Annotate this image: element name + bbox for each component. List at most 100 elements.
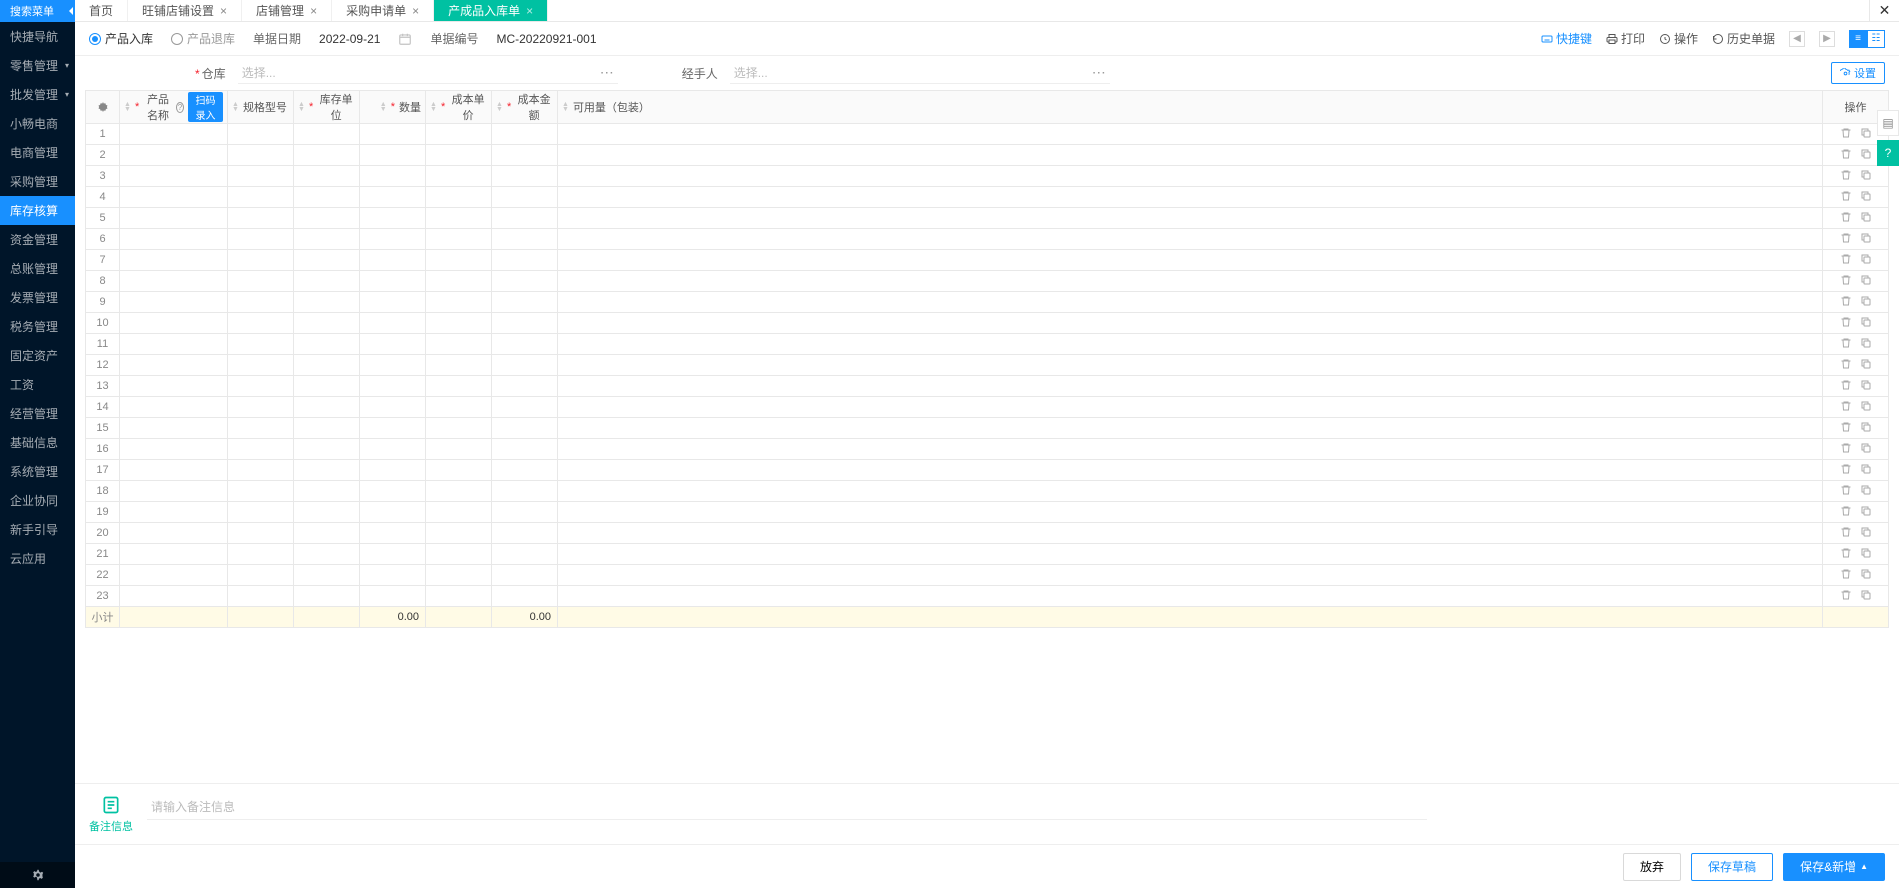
cell[interactable] — [120, 376, 228, 397]
cell[interactable] — [558, 334, 1823, 355]
delete-row-button[interactable] — [1840, 379, 1852, 394]
next-doc-button[interactable]: ▶ — [1819, 31, 1835, 47]
tab-3[interactable]: 采购申请单× — [332, 0, 434, 21]
rail-button-1[interactable]: ▤ — [1877, 110, 1899, 136]
close-icon[interactable]: × — [220, 4, 227, 18]
cell[interactable] — [228, 418, 294, 439]
cell[interactable] — [492, 250, 558, 271]
cell[interactable] — [228, 124, 294, 145]
cell[interactable] — [120, 355, 228, 376]
cell[interactable] — [294, 586, 360, 607]
radio-product-return[interactable]: 产品退库 — [171, 30, 235, 47]
cell[interactable] — [558, 208, 1823, 229]
tab-4[interactable]: 产成品入库单× — [434, 0, 548, 21]
copy-row-button[interactable] — [1860, 211, 1872, 226]
view-list-button[interactable]: ≡ — [1849, 30, 1867, 48]
cell[interactable] — [492, 313, 558, 334]
cell[interactable] — [426, 376, 492, 397]
cell[interactable] — [120, 439, 228, 460]
cell[interactable] — [558, 586, 1823, 607]
cell[interactable] — [558, 523, 1823, 544]
cell[interactable] — [558, 502, 1823, 523]
cell[interactable] — [294, 124, 360, 145]
cell[interactable] — [120, 481, 228, 502]
warehouse-select[interactable]: 选择... ⋯ — [238, 62, 618, 84]
copy-row-button[interactable] — [1860, 589, 1872, 604]
table-row[interactable]: 1 — [86, 124, 1889, 145]
table-row[interactable]: 15 — [86, 418, 1889, 439]
cell[interactable] — [426, 166, 492, 187]
cell[interactable] — [558, 124, 1823, 145]
close-icon[interactable]: × — [412, 4, 419, 18]
cell[interactable] — [228, 313, 294, 334]
cell[interactable] — [558, 376, 1823, 397]
copy-row-button[interactable] — [1860, 232, 1872, 247]
copy-row-button[interactable] — [1860, 253, 1872, 268]
delete-row-button[interactable] — [1840, 358, 1852, 373]
table-row[interactable]: 21 — [86, 544, 1889, 565]
table-row[interactable]: 11 — [86, 334, 1889, 355]
cell[interactable] — [492, 334, 558, 355]
cell[interactable] — [228, 187, 294, 208]
cell[interactable] — [120, 418, 228, 439]
cell[interactable] — [492, 292, 558, 313]
copy-row-button[interactable] — [1860, 358, 1872, 373]
copy-row-button[interactable] — [1860, 400, 1872, 415]
cell[interactable] — [558, 145, 1823, 166]
table-row[interactable]: 16 — [86, 439, 1889, 460]
cell[interactable] — [360, 145, 426, 166]
cell[interactable] — [360, 376, 426, 397]
cell[interactable] — [360, 334, 426, 355]
cell[interactable] — [492, 460, 558, 481]
table-row[interactable]: 9 — [86, 292, 1889, 313]
cell[interactable] — [228, 145, 294, 166]
cell[interactable] — [492, 187, 558, 208]
cell[interactable] — [120, 586, 228, 607]
table-row[interactable]: 14 — [86, 397, 1889, 418]
table-row[interactable]: 5 — [86, 208, 1889, 229]
save-and-new-button[interactable]: 保存&新增▲ — [1783, 853, 1885, 881]
cell[interactable] — [558, 271, 1823, 292]
cell[interactable] — [426, 334, 492, 355]
copy-row-button[interactable] — [1860, 526, 1872, 541]
sidebar-item-4[interactable]: 电商管理 — [0, 138, 75, 167]
cell[interactable] — [426, 439, 492, 460]
sidebar-item-15[interactable]: 系统管理 — [0, 457, 75, 486]
cell[interactable] — [426, 187, 492, 208]
cell[interactable] — [360, 292, 426, 313]
cell[interactable] — [558, 439, 1823, 460]
delete-row-button[interactable] — [1840, 505, 1852, 520]
cell[interactable] — [558, 565, 1823, 586]
tab-0[interactable]: 首页 — [75, 0, 128, 21]
cell[interactable] — [426, 397, 492, 418]
cell[interactable] — [558, 397, 1823, 418]
cell[interactable] — [120, 208, 228, 229]
copy-row-button[interactable] — [1860, 568, 1872, 583]
cell[interactable] — [294, 355, 360, 376]
col-spec[interactable]: ▲▼规格型号 — [228, 91, 294, 124]
sidebar-settings[interactable] — [0, 862, 75, 888]
sidebar-search[interactable]: 搜索菜单 — [0, 0, 75, 22]
cell[interactable] — [228, 586, 294, 607]
copy-row-button[interactable] — [1860, 484, 1872, 499]
cell[interactable] — [558, 187, 1823, 208]
cell[interactable] — [360, 355, 426, 376]
cell[interactable] — [492, 271, 558, 292]
cell[interactable] — [426, 481, 492, 502]
table-settings-button[interactable]: 设置 — [1831, 62, 1885, 84]
cell[interactable] — [492, 439, 558, 460]
print-button[interactable]: 打印 — [1606, 30, 1645, 47]
sidebar-item-7[interactable]: 资金管理 — [0, 225, 75, 254]
cell[interactable] — [360, 502, 426, 523]
cell[interactable] — [120, 523, 228, 544]
cell[interactable] — [492, 502, 558, 523]
cell[interactable] — [120, 271, 228, 292]
sidebar-item-14[interactable]: 基础信息 — [0, 428, 75, 457]
delete-row-button[interactable] — [1840, 127, 1852, 142]
copy-row-button[interactable] — [1860, 337, 1872, 352]
cell[interactable] — [120, 544, 228, 565]
prev-doc-button[interactable]: ◀ — [1789, 31, 1805, 47]
cell[interactable] — [558, 544, 1823, 565]
cell[interactable] — [294, 145, 360, 166]
cell[interactable] — [294, 439, 360, 460]
